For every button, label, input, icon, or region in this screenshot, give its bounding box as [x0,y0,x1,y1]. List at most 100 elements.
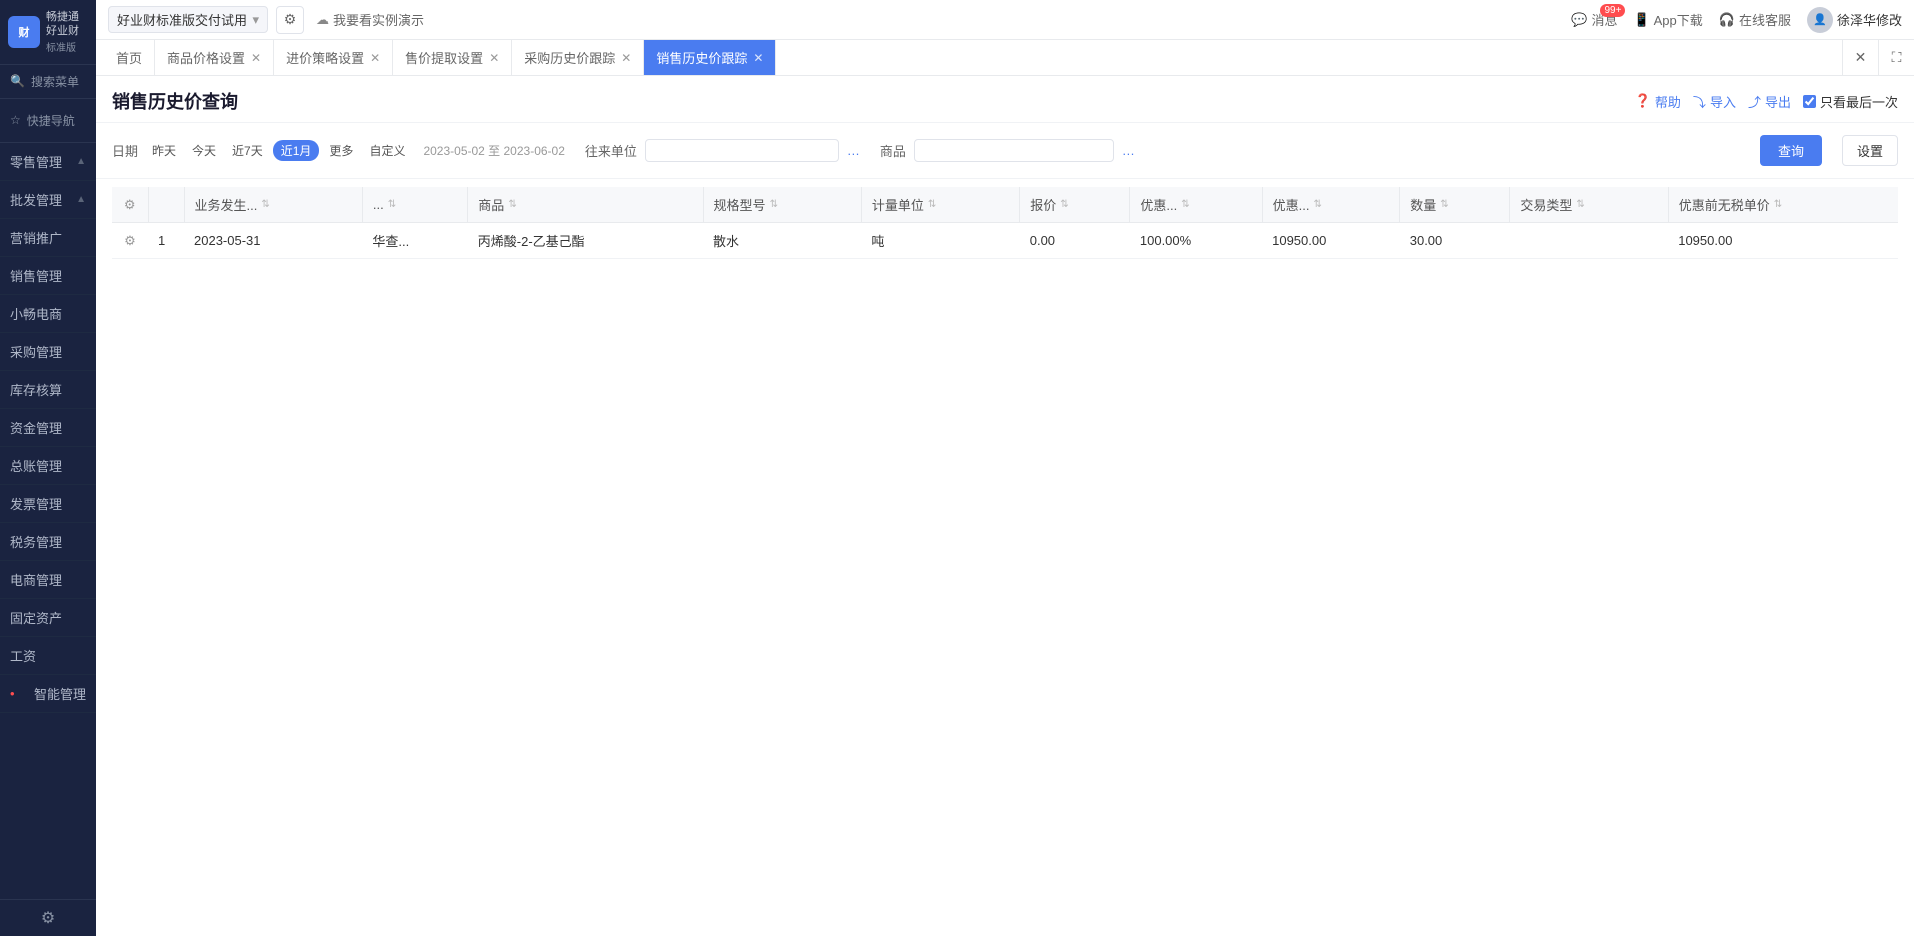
sort-discount2-icon: ⇅ [1313,199,1321,210]
tab-sales-history-close[interactable]: ✕ [753,51,763,65]
sidebar-item-sales[interactable]: 销售管理 [0,257,96,295]
tab-purchase-strategy-close[interactable]: ✕ [370,51,380,65]
sidebar-item-invoice[interactable]: 发票管理 [0,485,96,523]
col-no [148,187,184,223]
finance-label: 资金管理 [10,418,62,437]
col-notax-price[interactable]: 优惠前无税单价 ⇅ [1668,187,1898,223]
product-more-btn[interactable]: … [1122,143,1135,158]
app-download-label: App下载 [1654,10,1703,29]
sidebar-item-purchase[interactable]: 采购管理 [0,333,96,371]
accounting-label: 总账管理 [10,456,62,475]
import-link[interactable]: ⤵ 导入 [1693,92,1736,111]
col-unit[interactable]: 计量单位 ⇅ [861,187,1019,223]
col-biz-date[interactable]: 业务发生... ⇅ [184,187,362,223]
date-btn-custom[interactable]: 自定义 [363,140,411,161]
row-more-col: 华查... [362,223,467,259]
sort-spec-icon: ⇅ [770,199,778,210]
message-action[interactable]: 💬 消息 99+ [1571,10,1617,29]
invoice-label: 发票管理 [10,494,62,513]
inventory-label: 库存核算 [10,380,62,399]
sidebar-item-finance[interactable]: 资金管理 [0,409,96,447]
sidebar-item-ecommerce-small[interactable]: 小畅电商 [0,295,96,333]
tab-purchase-history[interactable]: 采购历史价跟踪 ✕ [512,40,644,76]
col-discount2[interactable]: 优惠... ⇅ [1262,187,1400,223]
date-btn-yesterday[interactable]: 昨天 [146,140,182,161]
user-menu[interactable]: 👤 徐泽华修改 [1807,7,1902,33]
sidebar-item-tax[interactable]: 税务管理 [0,523,96,561]
export-link[interactable]: ⤴ 导出 [1748,92,1791,111]
window-controls: ✕ ⛶ [1842,40,1914,76]
col-more[interactable]: ... ⇅ [362,187,467,223]
search-button[interactable]: 查询 [1760,135,1822,166]
retail-label: 零售管理 [10,152,62,171]
sidebar-nav-quicknav[interactable]: ☆ 快捷导航 [0,105,96,136]
only-last-checkbox[interactable] [1803,95,1816,108]
col-spec[interactable]: 规格型号 ⇅ [703,187,861,223]
sidebar-item-ecommerce[interactable]: 电商管理 [0,561,96,599]
close-window-button[interactable]: ✕ [1842,40,1878,76]
sidebar-item-marketing[interactable]: 营销推广 [0,219,96,257]
date-btn-last7[interactable]: 近7天 [226,140,269,161]
tab-home[interactable]: 首页 [104,40,155,76]
row-gear[interactable]: ⚙ [112,223,148,259]
source-filter-group: 往来单位 … [585,139,860,162]
col-price[interactable]: 报价 ⇅ [1020,187,1130,223]
row-price: 0.00 [1020,223,1130,259]
tab-purchase-strategy[interactable]: 进价策略设置 ✕ [274,40,393,76]
tab-sale-extract[interactable]: 售价提取设置 ✕ [393,40,512,76]
tab-sales-history[interactable]: 销售历史价跟踪 ✕ [644,40,776,76]
product-input[interactable] [923,143,1105,158]
table-settings-icon[interactable]: ⚙ [124,197,136,212]
sidebar-item-wholesale[interactable]: 批发管理 ▲ [0,181,96,219]
ecommerce-label: 电商管理 [10,570,62,589]
sort-discount1-icon: ⇅ [1181,199,1189,210]
quicknav-icon: ☆ [10,113,21,127]
only-last-checkbox-label[interactable]: 只看最后一次 [1803,92,1898,111]
assets-label: 固定资产 [10,608,62,627]
purchase-label: 采购管理 [10,342,62,361]
date-btn-today[interactable]: 今天 [186,140,222,161]
tab-product-price-close[interactable]: ✕ [251,51,261,65]
source-input[interactable] [654,143,830,158]
import-icon: ⤵ [1693,92,1706,111]
date-filter-group: 日期 昨天 今天 近7天 近1月 更多 自定义 2023-05-02 至 202… [112,140,565,161]
help-label: 帮助 [1655,92,1681,111]
col-product[interactable]: 商品 ⇅ [468,187,703,223]
table-header-row: ⚙ 业务发生... ⇅ ... ⇅ [112,187,1898,223]
col-deal-type[interactable]: 交易类型 ⇅ [1510,187,1668,223]
col-discount1[interactable]: 优惠... ⇅ [1130,187,1262,223]
demo-link[interactable]: ☁ 我要看实例演示 [316,10,424,29]
table-wrapper: ⚙ 业务发生... ⇅ ... ⇅ [96,179,1914,267]
tab-product-price[interactable]: 商品价格设置 ✕ [155,40,274,76]
col-qty[interactable]: 数量 ⇅ [1400,187,1510,223]
sidebar-item-assets[interactable]: 固定资产 [0,599,96,637]
sidebar-search[interactable]: 🔍 搜索菜单 [0,65,96,99]
source-input-wrapper [645,139,839,162]
tab-sale-extract-close[interactable]: ✕ [489,51,499,65]
page-header: 销售历史价查询 ❓ 帮助 ⤵ 导入 ⤴ 导出 只看最后一次 [96,76,1914,123]
sidebar-item-inventory[interactable]: 库存核算 [0,371,96,409]
sidebar-item-accounting[interactable]: 总账管理 [0,447,96,485]
smart-label: 智能管理 [34,684,86,703]
sidebar-settings-icon[interactable]: ⚙ [41,908,55,928]
tab-home-label: 首页 [116,48,142,67]
app-download-action[interactable]: 📱 App下载 [1633,10,1702,29]
maximize-window-button[interactable]: ⛶ [1878,40,1914,76]
table-row: ⚙ 1 2023-05-31 华查... 丙烯酸-2-乙基己酯 散水 吨 0.0… [112,223,1898,259]
marketing-label: 营销推广 [10,228,62,247]
version-selector[interactable]: 好业财标准版交付试用 ▾ [108,6,268,33]
sidebar-footer: ⚙ [0,899,96,936]
tab-purchase-history-close[interactable]: ✕ [621,51,631,65]
source-more-btn[interactable]: … [847,143,860,158]
sort-deal-type-icon: ⇅ [1576,199,1584,210]
online-service-action[interactable]: 🎧 在线客服 [1719,10,1791,29]
filter-settings-button[interactable]: 设置 [1842,135,1898,166]
sidebar-item-salary[interactable]: 工资 [0,637,96,675]
sidebar-item-retail[interactable]: 零售管理 ▲ [0,143,96,181]
help-link[interactable]: ❓ 帮助 [1635,92,1681,111]
sidebar-item-smart[interactable]: 智能管理 [0,675,96,713]
topbar-settings-button[interactable]: ⚙ [276,6,304,34]
date-btn-last1m[interactable]: 近1月 [273,140,320,161]
main-area: 好业财标准版交付试用 ▾ ⚙ ☁ 我要看实例演示 💬 消息 99+ 📱 App下… [96,0,1914,936]
date-btn-more[interactable]: 更多 [323,140,359,161]
